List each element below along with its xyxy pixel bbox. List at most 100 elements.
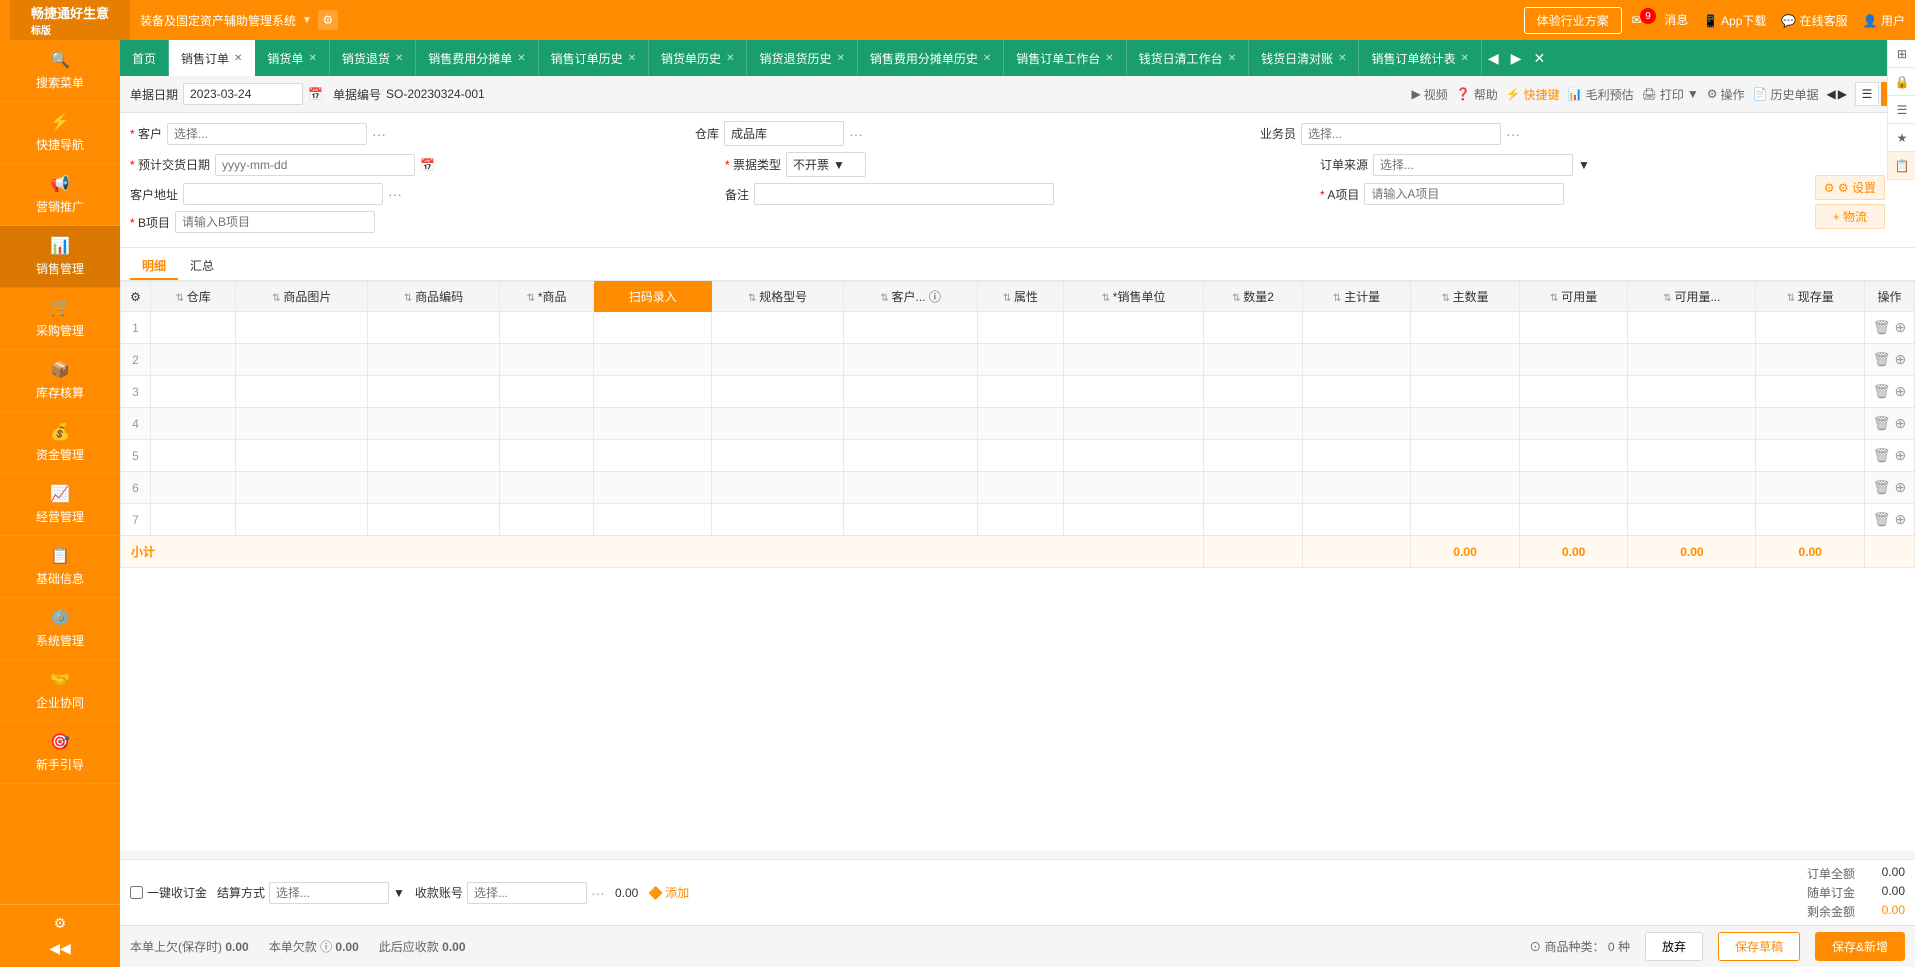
customer-more-icon[interactable]: ···	[372, 126, 386, 142]
th-code[interactable]: 商品编码	[368, 282, 500, 312]
row-qty2-1[interactable]	[1204, 344, 1302, 376]
sidebar-item-inventory[interactable]: 📦 库存核算	[0, 350, 120, 412]
tab-returns-close[interactable]: ✕	[395, 53, 403, 64]
row-scan-4[interactable]	[594, 440, 712, 472]
tab-expense[interactable]: 销售费用分摊单 ✕	[416, 40, 538, 76]
row-main-qty-1[interactable]	[1411, 344, 1520, 376]
row-main-qty-3[interactable]	[1411, 408, 1520, 440]
tab-sales-invoice[interactable]: 销货单 ✕	[255, 40, 329, 76]
row-spec-1[interactable]	[712, 344, 844, 376]
tab-workbench-close[interactable]: ✕	[1105, 53, 1113, 64]
row-qty2-6[interactable]	[1204, 504, 1302, 536]
online-support-link[interactable]: 💬 在线客服	[1781, 12, 1847, 29]
th-available-qty[interactable]: 可用量	[1519, 282, 1628, 312]
row-unit-6[interactable]	[1063, 504, 1204, 536]
logistics-btn[interactable]: + 物流	[1815, 204, 1885, 229]
row-customer-code-5[interactable]	[843, 472, 977, 504]
th-scan[interactable]: 扫码录入	[594, 282, 712, 312]
copy-icon-6[interactable]: ⊕	[1895, 511, 1907, 528]
row-attr-1[interactable]	[978, 344, 1063, 376]
app-download-link[interactable]: 📱 App下载	[1703, 12, 1766, 29]
shortcut-btn[interactable]: ⚡ 快捷键	[1506, 86, 1560, 103]
row-scan-0[interactable]	[594, 312, 712, 344]
user-avatar[interactable]: 👤 用户	[1863, 12, 1905, 29]
row-attr-4[interactable]	[978, 440, 1063, 472]
tab-sales-order-close[interactable]: ✕	[234, 53, 242, 64]
sidebar-item-finance[interactable]: 💰 资金管理	[0, 412, 120, 474]
tab-invoice-history[interactable]: 销货单历史 ✕	[649, 40, 747, 76]
address-more-icon[interactable]: ···	[388, 186, 402, 202]
tab-returns-history-close[interactable]: ✕	[836, 53, 844, 64]
tab-expense-close[interactable]: ✕	[517, 53, 525, 64]
sidebar-collapse-icon[interactable]: ◀◀	[5, 940, 115, 957]
profit-btn[interactable]: 📊 毛利预估	[1568, 86, 1634, 103]
th-customer-code[interactable]: 客户... ⓘ	[843, 282, 977, 312]
row-product-0[interactable]	[499, 312, 593, 344]
tab-cash-workbench-close[interactable]: ✕	[1228, 53, 1236, 64]
row-main-qty-0[interactable]	[1411, 312, 1520, 344]
copy-icon-1[interactable]: ⊕	[1895, 351, 1907, 368]
tab-sales-stats[interactable]: 销售订单统计表 ✕	[1359, 40, 1481, 76]
copy-icon-0[interactable]: ⊕	[1895, 319, 1907, 336]
sidebar-item-search[interactable]: 🔍 搜索菜单	[0, 40, 120, 102]
tab-returns-history[interactable]: 销货退货历史 ✕	[747, 40, 857, 76]
payment-input[interactable]	[269, 882, 389, 904]
row-warehouse-6[interactable]	[151, 504, 236, 536]
row-qty2-3[interactable]	[1204, 408, 1302, 440]
sidebar-settings-icon[interactable]: ⚙	[5, 915, 115, 932]
row-unit-0[interactable]	[1063, 312, 1204, 344]
row-main-qty-6[interactable]	[1411, 504, 1520, 536]
row-main-qty-4[interactable]	[1411, 440, 1520, 472]
row-customer-code-4[interactable]	[843, 440, 977, 472]
copy-icon-4[interactable]: ⊕	[1895, 447, 1907, 464]
row-unit-5[interactable]	[1063, 472, 1204, 504]
row-qty2-0[interactable]	[1204, 312, 1302, 344]
save-new-btn[interactable]: 保存&新增	[1815, 932, 1905, 961]
sidebar-item-system[interactable]: ⚙️ 系统管理	[0, 598, 120, 660]
delete-icon-0[interactable]: 🗑	[1873, 319, 1891, 336]
row-qty2-2[interactable]	[1204, 376, 1302, 408]
row-spec-0[interactable]	[712, 312, 844, 344]
tab-nav-left[interactable]: ◀	[1482, 50, 1505, 67]
row-unit-1[interactable]	[1063, 344, 1204, 376]
discard-btn[interactable]: 放弃	[1645, 932, 1703, 961]
row-attr-0[interactable]	[978, 312, 1063, 344]
row-code-0[interactable]	[368, 312, 500, 344]
tab-sales-invoice-close[interactable]: ✕	[308, 53, 316, 64]
view-btn[interactable]: ▶ 视频	[1411, 86, 1447, 103]
help-btn[interactable]: ❓ 帮助	[1456, 86, 1498, 103]
sidebar-item-purchase[interactable]: 🛒 采购管理	[0, 288, 120, 350]
row-scan-5[interactable]	[594, 472, 712, 504]
row-customer-code-1[interactable]	[843, 344, 977, 376]
account-more-icon[interactable]: ···	[591, 885, 605, 901]
messages-area[interactable]: ✉ 9 消息	[1632, 11, 1689, 30]
row-code-6[interactable]	[368, 504, 500, 536]
tab-expense-history[interactable]: 销售费用分摊单历史 ✕	[858, 40, 1004, 76]
calendar-icon[interactable]: 📅	[308, 87, 323, 101]
sidebar-item-navigation[interactable]: ⚡ 快捷导航	[0, 102, 120, 164]
delete-icon-4[interactable]: 🗑	[1873, 447, 1891, 464]
row-spec-3[interactable]	[712, 408, 844, 440]
row-scan-6[interactable]	[594, 504, 712, 536]
row-product-1[interactable]	[499, 344, 593, 376]
h-scrollbar[interactable]	[120, 851, 1915, 859]
tab-workbench[interactable]: 销售订单工作台 ✕	[1004, 40, 1126, 76]
th-warehouse[interactable]: 仓库	[151, 282, 236, 312]
delivery-cal-icon[interactable]: 📅	[420, 158, 435, 172]
delete-icon-3[interactable]: 🗑	[1873, 415, 1891, 432]
tab-invoice-history-close[interactable]: ✕	[726, 53, 734, 64]
th-main-unit[interactable]: 主计量	[1302, 282, 1411, 312]
row-main-qty-2[interactable]	[1411, 376, 1520, 408]
row-product-3[interactable]	[499, 408, 593, 440]
row-scan-2[interactable]	[594, 376, 712, 408]
delete-icon-5[interactable]: 🗑	[1873, 479, 1891, 496]
row-qty2-4[interactable]	[1204, 440, 1302, 472]
customer-input[interactable]	[167, 123, 367, 145]
address-input[interactable]	[183, 183, 383, 205]
th-available-qty2[interactable]: 可用量...	[1628, 282, 1756, 312]
row-customer-code-3[interactable]	[843, 408, 977, 440]
row-product-4[interactable]	[499, 440, 593, 472]
print-btn[interactable]: 🖨 打印 ▼	[1642, 86, 1699, 103]
row-spec-2[interactable]	[712, 376, 844, 408]
th-settings[interactable]: ⚙	[121, 282, 151, 312]
